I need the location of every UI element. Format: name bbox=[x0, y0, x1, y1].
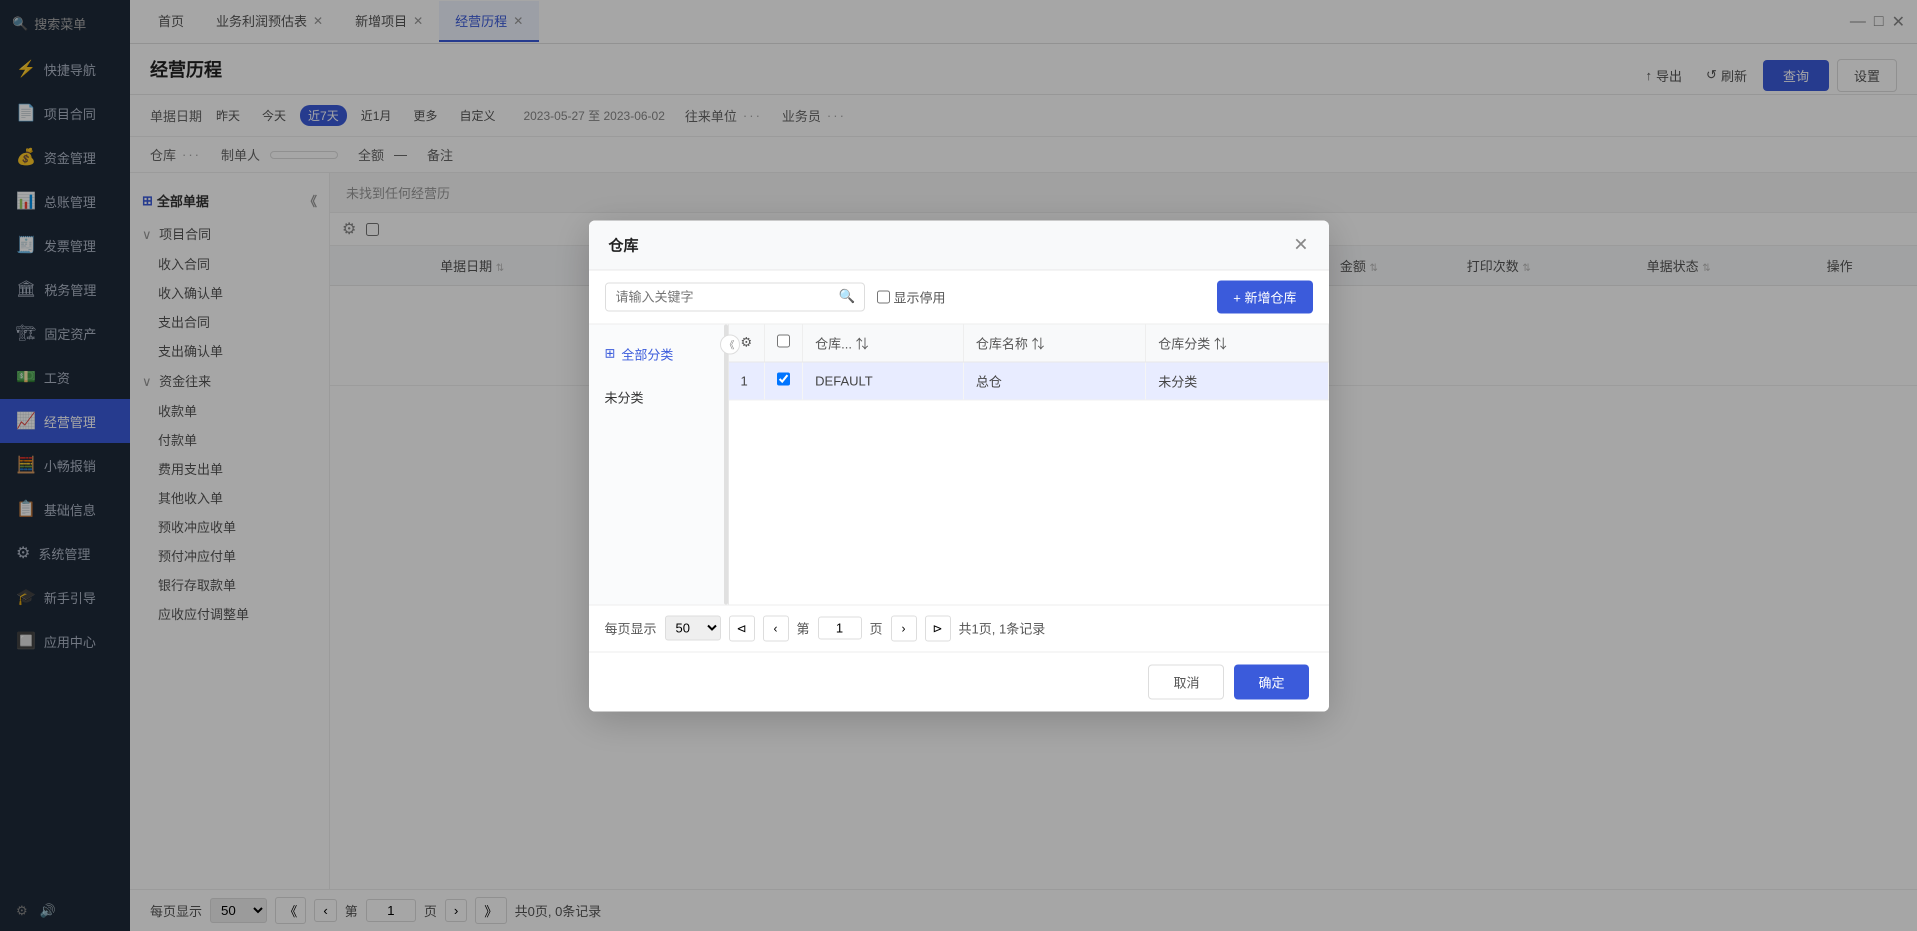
dialog-total-text: 共1页, 1条记录 bbox=[959, 619, 1046, 638]
warehouse-table: ⚙ 仓库... ⇅ 仓库名称 ⇅ 仓库分类 ⇅ 1 bbox=[729, 324, 1329, 400]
dialog-prev-page[interactable]: ‹ bbox=[763, 615, 789, 641]
search-icon: 🔍 bbox=[839, 289, 856, 304]
dialog-body: 🔍 显示停用 + 新增仓库 ⊞ 全部分类 《 bbox=[589, 270, 1329, 651]
dialog-header: 仓库 ✕ bbox=[589, 220, 1329, 270]
dialog-table-area: ⚙ 仓库... ⇅ 仓库名称 ⇅ 仓库分类 ⇅ 1 bbox=[729, 324, 1329, 604]
dialog-page-size-select[interactable]: 50 20 100 bbox=[665, 616, 721, 641]
dialog-col-category[interactable]: 仓库分类 ⇅ bbox=[1146, 324, 1328, 362]
dialog-sidebar-collapse-btn[interactable]: 《 bbox=[720, 334, 740, 354]
show-disabled-text: 显示停用 bbox=[894, 287, 946, 306]
show-disabled-checkbox[interactable] bbox=[877, 290, 890, 303]
show-disabled-label[interactable]: 显示停用 bbox=[877, 287, 946, 306]
dialog-confirm-button[interactable]: 确定 bbox=[1234, 664, 1308, 699]
dialog-sidebar-all-category[interactable]: ⊞ 全部分类 bbox=[589, 334, 728, 373]
add-warehouse-label: + 新增仓库 bbox=[1233, 287, 1296, 306]
dialog-sidebar-scrollbar[interactable] bbox=[724, 324, 728, 604]
add-warehouse-button[interactable]: + 新增仓库 bbox=[1217, 280, 1312, 313]
unclassified-item[interactable]: 未分类 bbox=[589, 377, 728, 416]
dialog-col-code[interactable]: 仓库... ⇅ bbox=[803, 324, 964, 362]
dialog-page-label: 第 bbox=[797, 619, 810, 638]
dialog-pagination: 每页显示 50 20 100 ⊲ ‹ 第 页 › ⊳ 共1页, 1条记录 bbox=[589, 604, 1329, 651]
warehouse-dialog: 仓库 ✕ 🔍 显示停用 + 新增仓库 ⊞ bbox=[589, 220, 1329, 711]
dialog-col-checkbox bbox=[765, 324, 803, 362]
dialog-col-name[interactable]: 仓库名称 ⇅ bbox=[963, 324, 1145, 362]
all-category-label: 全部分类 bbox=[621, 344, 673, 363]
dialog-sidebar-unclassified[interactable]: 未分类 bbox=[589, 377, 728, 416]
dialog-cancel-button[interactable]: 取消 bbox=[1148, 664, 1224, 699]
dialog-last-page[interactable]: ⊳ bbox=[925, 615, 951, 641]
dialog-content: ⊞ 全部分类 《 未分类 ⚙ bbox=[589, 324, 1329, 604]
confirm-label: 确定 bbox=[1258, 675, 1284, 690]
dialog-select-all[interactable] bbox=[777, 335, 790, 348]
dialog-page-size-label: 每页显示 bbox=[605, 619, 657, 638]
dialog-next-page[interactable]: › bbox=[891, 615, 917, 641]
warehouse-table-row[interactable]: 1 DEFAULT 总仓 未分类 bbox=[729, 362, 1329, 400]
row-category: 未分类 bbox=[1146, 362, 1328, 400]
dialog-page-input[interactable] bbox=[818, 617, 862, 640]
dialog-page-suffix: 页 bbox=[870, 619, 883, 638]
row-code: DEFAULT bbox=[803, 362, 964, 400]
row-select-checkbox[interactable] bbox=[777, 373, 790, 386]
dialog-footer: 取消 确定 bbox=[589, 651, 1329, 711]
dialog-toolbar: 🔍 显示停用 + 新增仓库 bbox=[589, 270, 1329, 324]
cancel-label: 取消 bbox=[1173, 675, 1199, 690]
unclassified-label: 未分类 bbox=[605, 387, 644, 406]
warehouse-search-input[interactable] bbox=[606, 283, 831, 310]
dialog-close-button[interactable]: ✕ bbox=[1293, 234, 1308, 255]
warehouse-search-button[interactable]: 🔍 bbox=[831, 289, 864, 305]
row-seq: 1 bbox=[729, 362, 765, 400]
dialog-first-page[interactable]: ⊲ bbox=[729, 615, 755, 641]
row-name: 总仓 bbox=[963, 362, 1145, 400]
dialog-category-sidebar: ⊞ 全部分类 《 未分类 bbox=[589, 324, 729, 604]
search-input-wrap: 🔍 bbox=[605, 282, 865, 311]
grid-icon: ⊞ bbox=[605, 346, 616, 362]
dialog-title: 仓库 bbox=[609, 234, 639, 255]
row-checkbox[interactable] bbox=[765, 362, 803, 400]
